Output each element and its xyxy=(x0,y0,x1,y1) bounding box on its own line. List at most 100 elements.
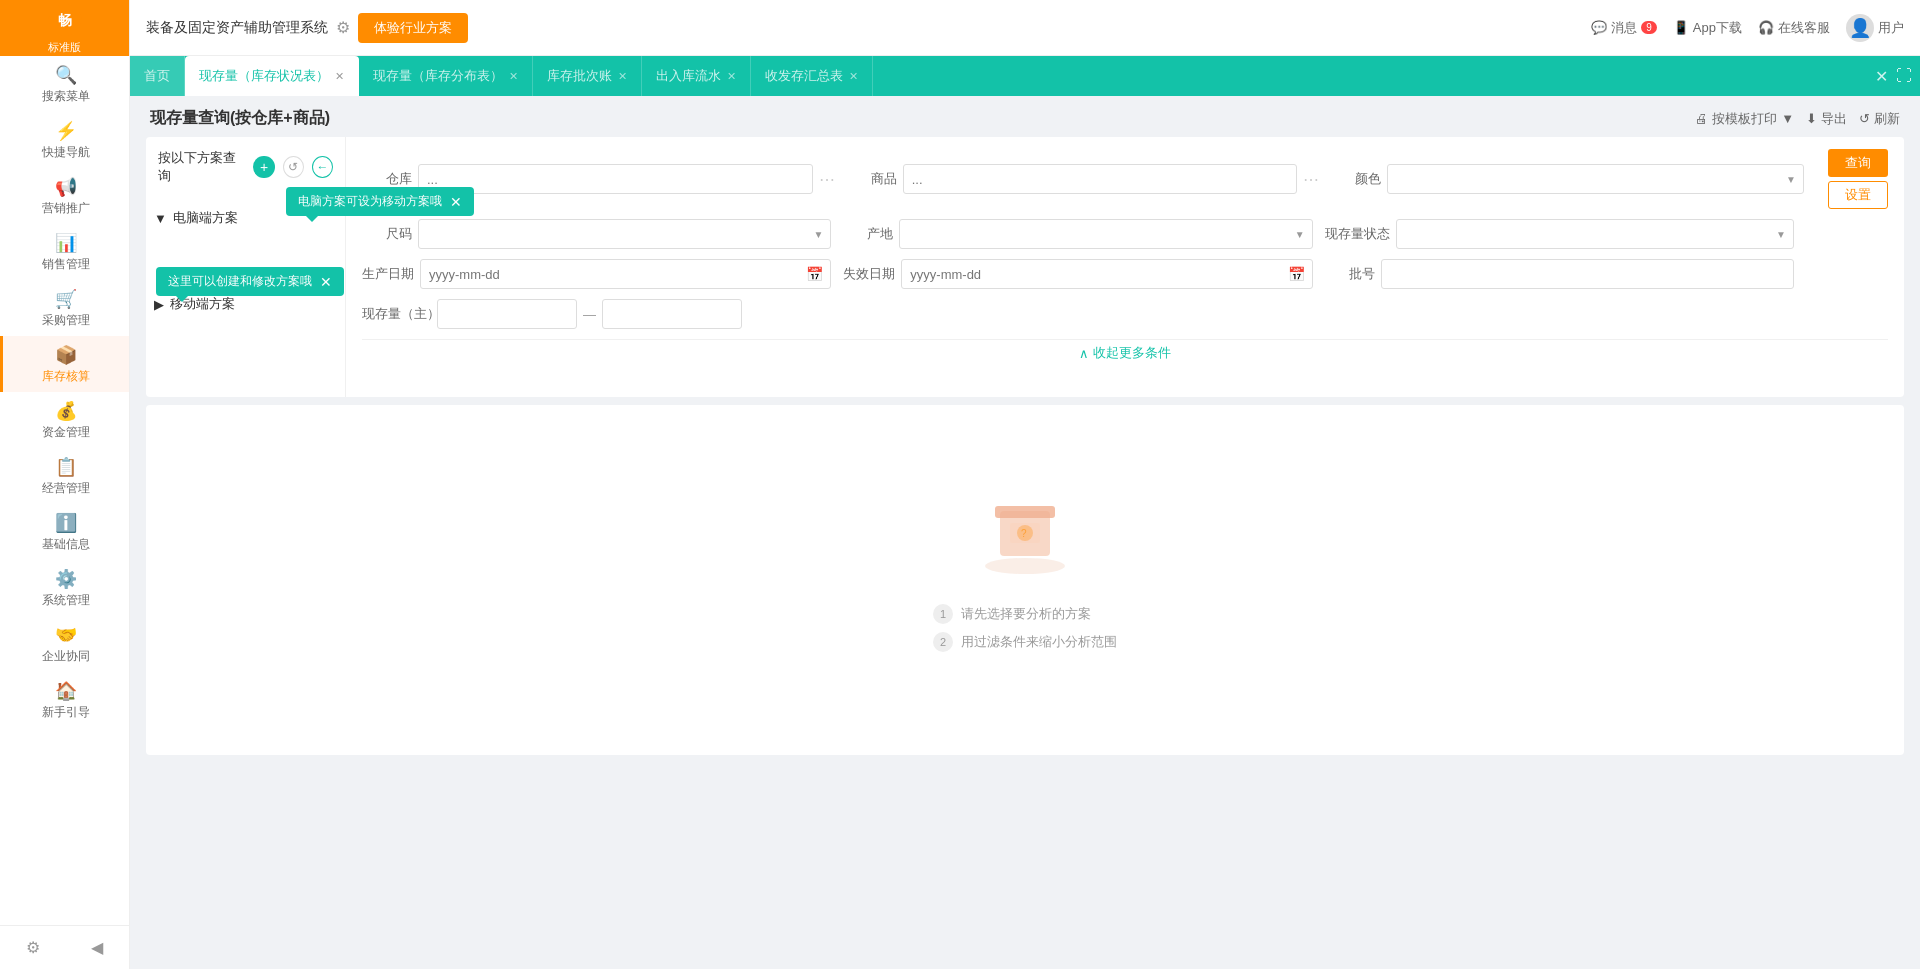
color-select[interactable] xyxy=(1387,164,1804,194)
print-dropdown-icon: ▼ xyxy=(1781,111,1794,126)
batch-input[interactable] xyxy=(1381,259,1794,289)
goods-input[interactable] xyxy=(903,164,1298,194)
sidebar-item-promo[interactable]: 📢 营销推广 xyxy=(0,168,129,224)
app-label: App下载 xyxy=(1693,19,1742,37)
size-label: 尺码 xyxy=(362,225,412,243)
app-download-btn[interactable]: 📱 App下载 xyxy=(1673,19,1742,37)
step-2-text: 用过滤条件来缩小分析范围 xyxy=(961,633,1117,651)
sidebar-item-system[interactable]: ⚙️ 系统管理 xyxy=(0,560,129,616)
avatar: 👤 xyxy=(1846,14,1874,42)
collapse-row[interactable]: ∧ 收起更多条件 xyxy=(362,339,1888,366)
tab-inout[interactable]: 出入库流水 ✕ xyxy=(642,56,751,96)
refresh-label: 刷新 xyxy=(1874,110,1900,128)
tab-maximize-btn[interactable]: ⛶ xyxy=(1896,67,1912,85)
tab-batch[interactable]: 库存批次账 ✕ xyxy=(533,56,642,96)
export-btn[interactable]: ⬇ 导出 xyxy=(1806,110,1847,128)
sidebar-logo-label: 标准版 xyxy=(48,40,81,55)
sidebar-collapse-btn[interactable]: ◀ xyxy=(91,938,103,957)
topbar: 装备及固定资产辅助管理系统 ⚙ 体验行业方案 💬 消息 9 📱 App下载 🎧 … xyxy=(130,0,1920,56)
filter-stock-status: 现存量状态 xyxy=(1325,219,1794,249)
sidebar-item-label: 营销推广 xyxy=(42,200,90,217)
page-title: 现存量查询(按仓库+商品) xyxy=(150,108,330,129)
sidebar-item-purchase[interactable]: 🛒 采购管理 xyxy=(0,280,129,336)
sidebar-item-nav[interactable]: ⚡ 快捷导航 xyxy=(0,112,129,168)
tab-stock-status[interactable]: 现存量（库存状况表） ✕ xyxy=(185,56,359,96)
warehouse-input[interactable] xyxy=(418,164,813,194)
tab-home[interactable]: 首页 xyxy=(130,56,185,96)
filter-stock-qty: 现存量（主） — xyxy=(362,299,742,329)
refresh-btn[interactable]: ↺ 刷新 xyxy=(1859,110,1900,128)
tab-inout-close[interactable]: ✕ xyxy=(727,70,736,83)
message-btn[interactable]: 💬 消息 9 xyxy=(1591,19,1657,37)
topbar-left: 装备及固定资产辅助管理系统 ⚙ 体验行业方案 xyxy=(146,13,468,43)
guide-icon: 🏠 xyxy=(55,680,77,702)
reset-button[interactable]: 设置 xyxy=(1828,181,1888,209)
topbar-settings-icon[interactable]: ⚙ xyxy=(336,18,350,37)
sidebar-item-ops[interactable]: 📋 经营管理 xyxy=(0,448,129,504)
sidebar-item-inventory[interactable]: 📦 库存核算 xyxy=(0,336,129,392)
sidebar-bottom: ⚙ ◀ xyxy=(0,925,129,969)
stock-qty-max[interactable] xyxy=(602,299,742,329)
prod-date-input[interactable] xyxy=(420,259,831,289)
tab-batch-close[interactable]: ✕ xyxy=(618,70,627,83)
tab-stock-dist-close[interactable]: ✕ xyxy=(509,70,518,83)
empty-illustration: ? xyxy=(965,481,1085,584)
expand-mobile-icon: ▶ xyxy=(154,297,164,312)
query-button[interactable]: 查询 xyxy=(1828,149,1888,177)
expire-date-input[interactable] xyxy=(901,259,1312,289)
sidebar-item-corp[interactable]: 🤝 企业协同 xyxy=(0,616,129,672)
sidebar-item-finance[interactable]: 💰 资金管理 xyxy=(0,392,129,448)
svg-point-2 xyxy=(985,558,1065,574)
sidebar-logo[interactable]: 畅 标准版 xyxy=(0,0,129,56)
svg-text:畅: 畅 xyxy=(58,12,72,28)
refresh-scheme-btn[interactable]: ↺ xyxy=(283,156,304,178)
corp-icon: 🤝 xyxy=(55,624,77,646)
scheme-panel: 按以下方案查询 + ↺ ← 电脑方案可设为移动方案哦 ✕ xyxy=(146,137,346,397)
color-label: 颜色 xyxy=(1331,170,1381,188)
size-select[interactable] xyxy=(418,219,831,249)
stock-status-select[interactable] xyxy=(1396,219,1794,249)
origin-select[interactable] xyxy=(899,219,1312,249)
support-icon: 🎧 xyxy=(1758,20,1774,35)
warehouse-dots[interactable]: ⋯ xyxy=(819,170,835,189)
prod-date-calendar-icon[interactable]: 📅 xyxy=(806,266,823,282)
tooltip-create-close[interactable]: ✕ xyxy=(320,274,332,290)
tab-close-all-btn[interactable]: ✕ xyxy=(1875,67,1888,86)
print-btn[interactable]: 🖨 按模板打印 ▼ xyxy=(1695,110,1794,128)
sidebar-item-search[interactable]: 🔍 搜索菜单 xyxy=(0,56,129,112)
tab-stock-status-close[interactable]: ✕ xyxy=(335,70,344,83)
arrow-scheme-btn[interactable]: ← xyxy=(312,156,333,178)
support-btn[interactable]: 🎧 在线客服 xyxy=(1758,19,1830,37)
goods-label: 商品 xyxy=(847,170,897,188)
app-icon: 📱 xyxy=(1673,20,1689,35)
sidebar-item-label: 快捷导航 xyxy=(42,144,90,161)
arrow-icon: ← xyxy=(316,160,328,174)
user-btn[interactable]: 👤 用户 xyxy=(1846,14,1904,42)
sidebar-item-guide[interactable]: 🏠 新手引导 xyxy=(0,672,129,728)
message-icon: 💬 xyxy=(1591,20,1607,35)
collapse-label: 收起更多条件 xyxy=(1093,344,1171,362)
system-icon: ⚙️ xyxy=(55,568,77,590)
sidebar-item-label: 新手引导 xyxy=(42,704,90,721)
topbar-right: 💬 消息 9 📱 App下载 🎧 在线客服 👤 用户 xyxy=(1591,14,1904,42)
sidebar-item-label: 企业协同 xyxy=(42,648,90,665)
tab-summary[interactable]: 收发存汇总表 ✕ xyxy=(751,56,873,96)
expire-date-calendar-icon[interactable]: 📅 xyxy=(1288,266,1305,282)
trial-button[interactable]: 体验行业方案 xyxy=(358,13,468,43)
sidebar-settings-btn[interactable]: ⚙ xyxy=(26,938,40,957)
sidebar-item-basic[interactable]: ℹ️ 基础信息 xyxy=(0,504,129,560)
tabbar-right: ✕ ⛶ xyxy=(1875,67,1920,86)
sidebar-item-sales[interactable]: 📊 销售管理 xyxy=(0,224,129,280)
tab-batch-label: 库存批次账 xyxy=(547,67,612,85)
filter-color: 颜色 xyxy=(1331,164,1804,194)
stock-qty-min[interactable] xyxy=(437,299,577,329)
step-1-text: 请先选择要分析的方案 xyxy=(961,605,1091,623)
tab-inout-label: 出入库流水 xyxy=(656,67,721,85)
collapse-up-icon: ∧ xyxy=(1079,346,1089,361)
add-scheme-btn[interactable]: + xyxy=(253,156,274,178)
tooltip-pc-close[interactable]: ✕ xyxy=(450,194,462,210)
refresh-icon: ↺ xyxy=(1859,111,1870,126)
goods-dots[interactable]: ⋯ xyxy=(1303,170,1319,189)
tab-summary-close[interactable]: ✕ xyxy=(849,70,858,83)
tab-stock-dist[interactable]: 现存量（库存分布表） ✕ xyxy=(359,56,533,96)
